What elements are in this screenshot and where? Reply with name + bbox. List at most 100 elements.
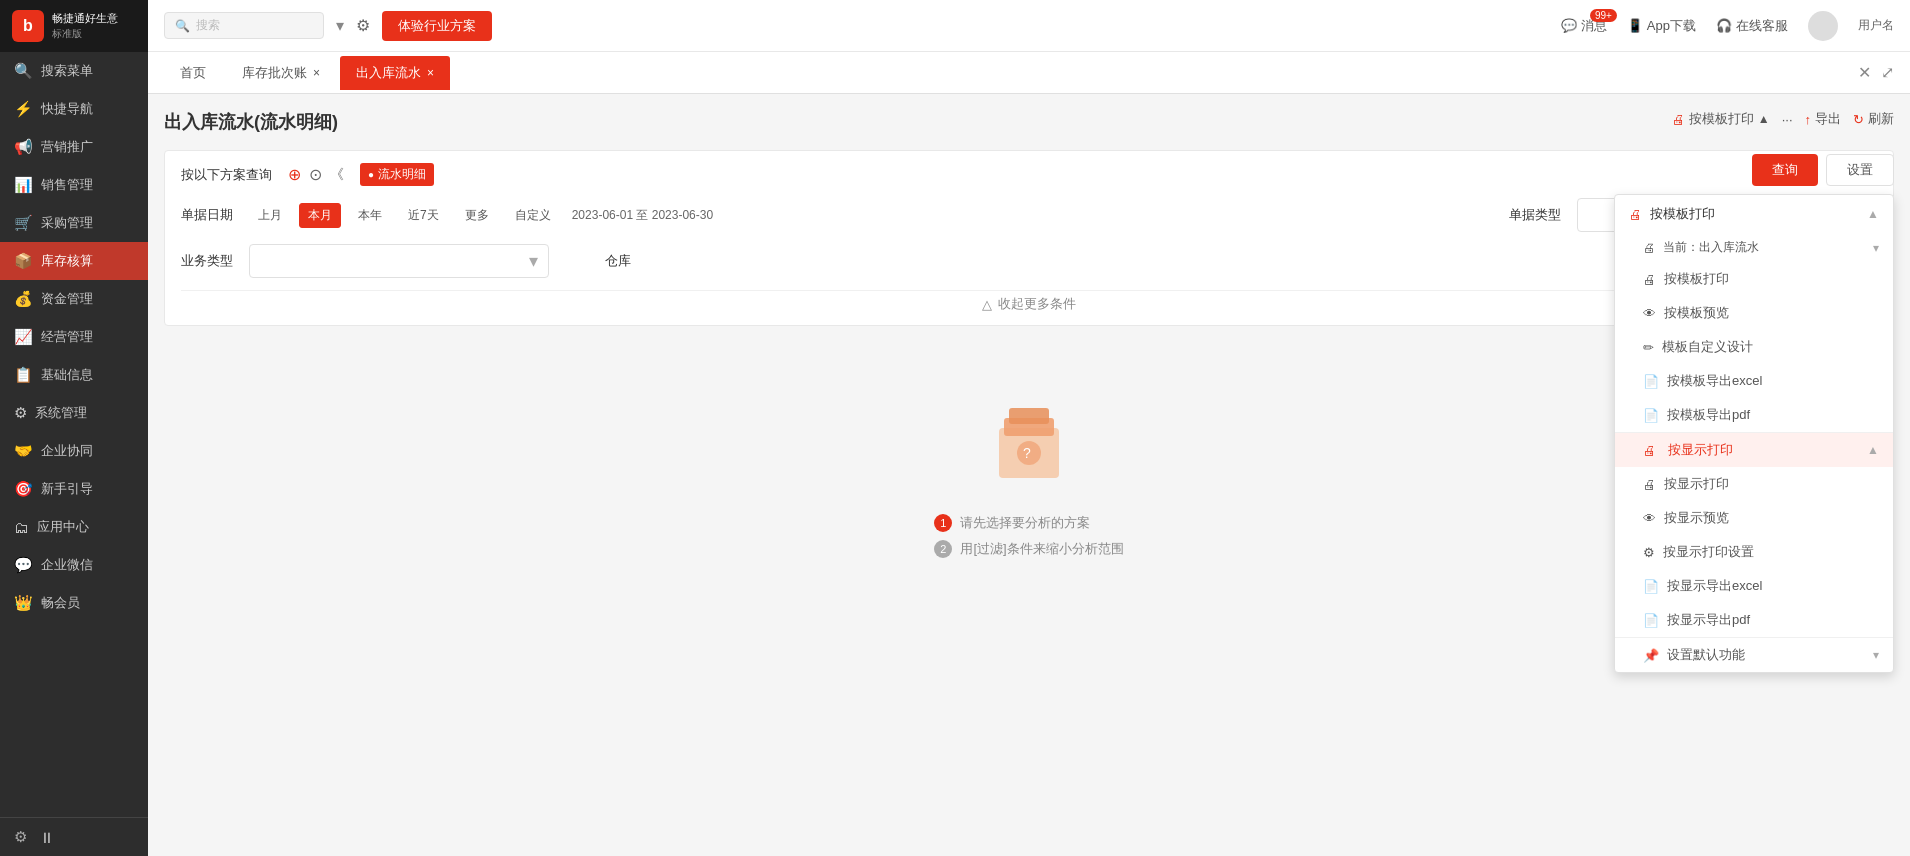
sidebar-item-purchase[interactable]: 🛒 采购管理 [0, 204, 148, 242]
filter-add-icon[interactable]: ⊕ [288, 165, 301, 184]
collapse-sidebar-icon[interactable]: ⏸ [39, 829, 54, 846]
page-content: 出入库流水(流水明细) 🖨 按模板打印 ▲ ··· ↑ 导出 ↻ 刷新 按 [148, 94, 1910, 856]
display-chevron-icon: ▲ [1867, 443, 1879, 457]
filter-section-label: 按以下方案查询 [181, 166, 272, 184]
filter-tag-flow[interactable]: ● 流水明细 [360, 163, 434, 186]
trial-button[interactable]: 体验行业方案 [382, 11, 492, 41]
filter-settings-icon[interactable]: ⊙ [309, 165, 322, 184]
dropdown-display-pdf[interactable]: 📄 按显示导出pdf [1615, 603, 1893, 637]
date-custom[interactable]: 自定义 [506, 203, 560, 228]
dropdown-template-header[interactable]: 🖨 按模板打印 ▲ [1615, 195, 1893, 233]
template-print-button[interactable]: 🖨 按模板打印 ▲ [1672, 110, 1770, 128]
action-buttons: 查询 设置 [1752, 154, 1894, 186]
tab-batch-account[interactable]: 库存批次账 × [226, 56, 336, 90]
close-window-icon[interactable]: ✕ [1858, 63, 1871, 82]
settings-bottom-icon[interactable]: ⚙ [14, 828, 27, 846]
dropdown-display-settings[interactable]: ⚙ 按显示打印设置 [1615, 535, 1893, 569]
business-type-label: 业务类型 [181, 252, 233, 270]
three-dots-button[interactable]: ··· [1782, 112, 1793, 127]
sidebar-item-search-menu[interactable]: 🔍 搜索菜单 [0, 52, 148, 90]
sidebar-item-wechat[interactable]: 💬 企业微信 [0, 546, 148, 584]
default-func-icon: 📌 [1643, 648, 1659, 663]
search-icon: 🔍 [14, 62, 33, 80]
topbar-search-box[interactable]: 🔍 搜索 [164, 12, 324, 39]
business-type-select[interactable]: ▾ [249, 244, 549, 278]
dropdown-default-func[interactable]: 📌 设置默认功能 ▾ [1615, 638, 1893, 672]
dropdown-display-section: 🖨 按显示打印 ▲ 🖨 按显示打印 👁 按显示预览 ⚙ 按显示打印设置 [1615, 433, 1893, 638]
export-icon: ↑ [1805, 112, 1812, 127]
member-icon: 👑 [14, 594, 33, 612]
sidebar-item-app-center[interactable]: 🗂 应用中心 [0, 508, 148, 546]
sidebar-item-marketing[interactable]: 📢 营销推广 [0, 128, 148, 166]
empty-steps: 1 请先选择要分析的方案 2 用[过滤]条件来缩小分析范围 [934, 514, 1123, 566]
sidebar-item-guide[interactable]: 🎯 新手引导 [0, 470, 148, 508]
filter-row-1: 按以下方案查询 ⊕ ⊙ 《 ● 流水明细 [181, 163, 1877, 186]
step2-num: 2 [934, 540, 952, 558]
guide-icon: 🎯 [14, 480, 33, 498]
filter-collapse-icon[interactable]: 《 [330, 166, 344, 184]
dropdown-display-preview[interactable]: 👁 按显示预览 [1615, 501, 1893, 535]
tab-close-flow[interactable]: × [427, 66, 434, 80]
dropdown-display-header[interactable]: 🖨 按显示打印 ▲ [1615, 433, 1893, 467]
display-settings-icon: ⚙ [1643, 545, 1655, 560]
display-print-icon: 🖨 [1643, 477, 1656, 492]
headset-icon: 🎧 [1716, 18, 1732, 33]
export-button[interactable]: ↑ 导出 [1805, 110, 1842, 128]
print-header-icon: 🖨 [1629, 207, 1642, 222]
display-preview-icon: 👁 [1643, 511, 1656, 526]
business-type-chevron-icon: ▾ [529, 250, 538, 272]
date-this-year[interactable]: 本年 [349, 203, 391, 228]
avatar[interactable] [1808, 11, 1838, 41]
tab-flow-detail[interactable]: 出入库流水 × [340, 56, 450, 90]
inventory-icon: 📦 [14, 252, 33, 270]
dropdown-arrow-icon[interactable]: ▾ [336, 16, 344, 35]
warehouse-label: 仓库 [605, 252, 631, 270]
gear-icon[interactable]: ⚙ [356, 16, 370, 35]
logo-text: 畅捷通好生意 标准版 [52, 11, 118, 40]
purchase-icon: 🛒 [14, 214, 33, 232]
sidebar-item-system[interactable]: ⚙ 系统管理 [0, 394, 148, 432]
display-excel-icon: 📄 [1643, 579, 1659, 594]
settings-button[interactable]: 设置 [1826, 154, 1894, 186]
refresh-icon: ↻ [1853, 112, 1864, 127]
sidebar-item-basic[interactable]: 📋 基础信息 [0, 356, 148, 394]
sidebar-item-operations[interactable]: 📈 经营管理 [0, 318, 148, 356]
dropdown-template-custom[interactable]: ✏ 模板自定义设计 [1615, 330, 1893, 364]
dropdown-template-excel[interactable]: 📄 按模板导出excel [1615, 364, 1893, 398]
maximize-window-icon[interactable]: ⤢ [1881, 63, 1894, 82]
dropdown-current-template: 🖨 当前：出入库流水 ▾ [1615, 233, 1893, 262]
tab-close-batch[interactable]: × [313, 66, 320, 80]
date-filter: 上月 本月 本年 近7天 更多 自定义 2023-06-01 至 2023-06… [249, 203, 1453, 228]
query-button[interactable]: 查询 [1752, 154, 1818, 186]
dropdown-template-pdf[interactable]: 📄 按模板导出pdf [1615, 398, 1893, 432]
sidebar-item-quick-nav[interactable]: ⚡ 快捷导航 [0, 90, 148, 128]
dropdown-template-preview[interactable]: 👁 按模板预览 [1615, 296, 1893, 330]
sidebar-item-sales[interactable]: 📊 销售管理 [0, 166, 148, 204]
operations-icon: 📈 [14, 328, 33, 346]
sidebar-item-inventory[interactable]: 📦 库存核算 [0, 242, 148, 280]
current-chevron-icon: ▾ [1873, 241, 1879, 255]
message-icon: 💬 [1561, 18, 1577, 33]
date-more[interactable]: 更多 [456, 203, 498, 228]
date-last-7days[interactable]: 近7天 [399, 203, 448, 228]
date-this-month[interactable]: 本月 [299, 203, 341, 228]
sidebar-item-finance[interactable]: 💰 资金管理 [0, 280, 148, 318]
dropdown-template-print[interactable]: 🖨 按模板打印 [1615, 262, 1893, 296]
date-last-month[interactable]: 上月 [249, 203, 291, 228]
tabbar: 首页 库存批次账 × 出入库流水 × ✕ ⤢ [148, 52, 1910, 94]
print-dropdown: 🖨 按模板打印 ▲ 🖨 当前：出入库流水 ▾ 🖨 按模板打印 👁 按模板预览 [1614, 194, 1894, 673]
topbar: 🔍 搜索 ▾ ⚙ 体验行业方案 💬 消息 99+ 📱 App下载 🎧 在线客服 … [148, 0, 1910, 52]
system-icon: ⚙ [14, 404, 27, 422]
dropdown-display-excel[interactable]: 📄 按显示导出excel [1615, 569, 1893, 603]
sidebar-item-enterprise[interactable]: 🤝 企业协同 [0, 432, 148, 470]
tab-home[interactable]: 首页 [164, 56, 222, 90]
sidebar-item-member[interactable]: 👑 畅会员 [0, 584, 148, 622]
enterprise-icon: 🤝 [14, 442, 33, 460]
dropdown-display-print[interactable]: 🖨 按显示打印 [1615, 467, 1893, 501]
step1-num: 1 [934, 514, 952, 532]
messages-button[interactable]: 💬 消息 99+ [1561, 17, 1607, 35]
app-download-button[interactable]: 📱 App下载 [1627, 17, 1696, 35]
online-service-button[interactable]: 🎧 在线客服 [1716, 17, 1788, 35]
sidebar-nav: 🔍 搜索菜单 ⚡ 快捷导航 📢 营销推广 📊 销售管理 🛒 采购管理 📦 库存核… [0, 52, 148, 817]
refresh-button[interactable]: ↻ 刷新 [1853, 110, 1894, 128]
